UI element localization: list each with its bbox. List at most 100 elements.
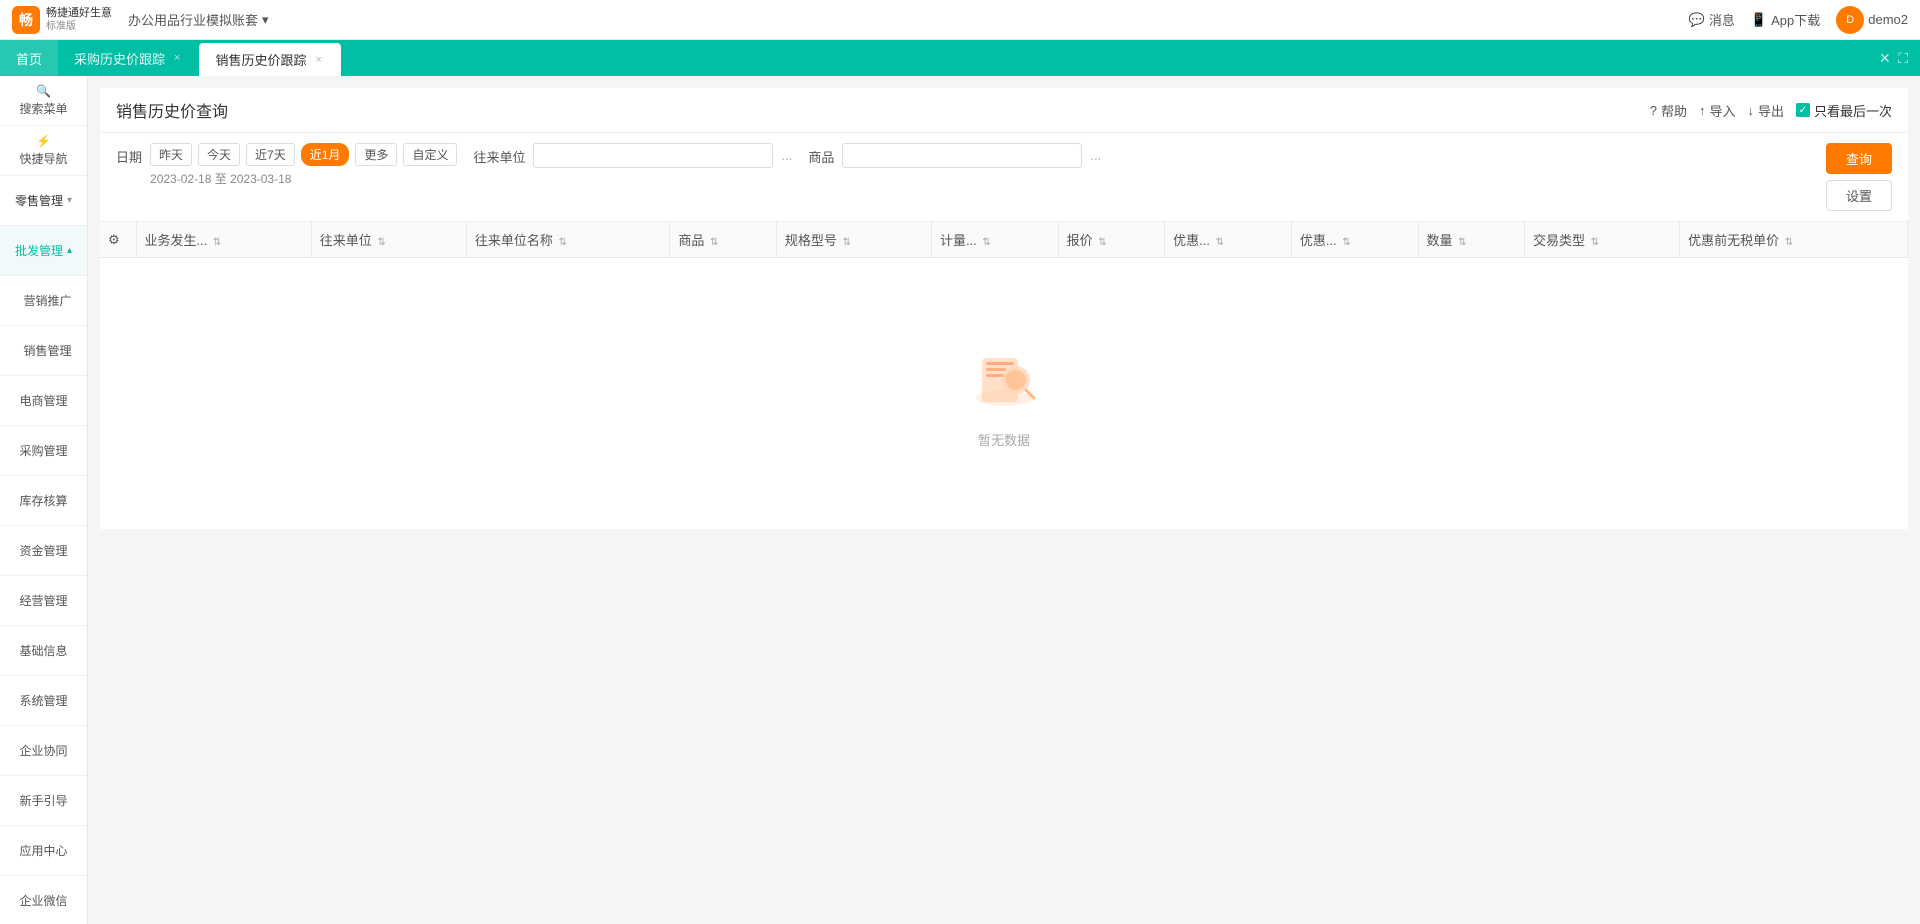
tab-fullscreen-button[interactable]: ⛶ bbox=[1898, 50, 1908, 67]
logo-area: 畅 畅捷通好生意 标准版 bbox=[12, 6, 112, 34]
date-btn-1month[interactable]: 近1月 bbox=[301, 143, 350, 166]
table-col-settings[interactable]: ⚙ bbox=[100, 222, 136, 258]
help-button[interactable]: ? 帮助 bbox=[1650, 101, 1687, 120]
export-button[interactable]: ↓ 导出 bbox=[1747, 101, 1784, 120]
content-area: 销售历史价查询 ? 帮助 ↑ 导入 ↓ 导出 ✓ 只看最后一次 bbox=[88, 76, 1920, 924]
sidebar-item-basic-info[interactable]: 基础信息 bbox=[0, 626, 87, 676]
page-header-actions: ? 帮助 ↑ 导入 ↓ 导出 ✓ 只看最后一次 bbox=[1650, 101, 1892, 120]
dropdown-arrow-icon: ▾ bbox=[262, 12, 269, 28]
date-range-display: 2023-02-18 至 2023-03-18 bbox=[150, 170, 457, 187]
top-bar: 畅 畅捷通好生意 标准版 办公用品行业模拟账套 ▾ 💬 消息 📱 App下载 D… bbox=[0, 0, 1920, 40]
table-col-trade-type[interactable]: 交易类型 ⇅ bbox=[1525, 222, 1680, 258]
empty-state: 暂无数据 bbox=[100, 258, 1908, 529]
wholesale-expand-icon: ▴ bbox=[67, 245, 72, 256]
date-filter-label: 日期 bbox=[116, 143, 142, 166]
tab-purchase-history[interactable]: 采购历史价跟踪 × bbox=[58, 40, 199, 76]
sidebar-item-inventory[interactable]: 库存核算 bbox=[0, 476, 87, 526]
date-filter-group: 日期 昨天 今天 近7天 近1月 更多 自定义 2023-02-18 至 202… bbox=[116, 143, 457, 187]
company-selector[interactable]: 办公用品行业模拟账套 ▾ bbox=[120, 6, 277, 33]
download-icon: 📱 bbox=[1751, 12, 1767, 28]
date-btn-yesterday[interactable]: 昨天 bbox=[150, 143, 192, 166]
date-btn-more[interactable]: 更多 bbox=[355, 143, 397, 166]
partner-filter-group: 往来单位 ... bbox=[473, 143, 792, 168]
table-col-partner-code[interactable]: 往来单位 ⇅ bbox=[311, 222, 466, 258]
partner-filter-label: 往来单位 bbox=[473, 143, 525, 166]
sidebar-item-sales-mgmt[interactable]: 销售管理 bbox=[0, 326, 87, 376]
sidebar-item-new-guide[interactable]: 新手引导 bbox=[0, 776, 87, 826]
table-col-discount2[interactable]: 优惠... ⇅ bbox=[1291, 222, 1418, 258]
sidebar-item-quick-nav[interactable]: ⚡ 快捷导航 bbox=[0, 126, 87, 176]
retail-expand-icon: ▾ bbox=[67, 195, 72, 206]
sidebar: 🔍 搜索菜单 ⚡ 快捷导航 零售管理 ▾ 批发管理 ▴ 营销推广 销售管理 电商… bbox=[0, 76, 88, 924]
table-col-biz-date[interactable]: 业务发生... ⇅ bbox=[136, 222, 311, 258]
query-button[interactable]: 查询 bbox=[1826, 143, 1892, 174]
partner-input[interactable] bbox=[533, 143, 773, 168]
sidebar-item-retail-mgmt[interactable]: 零售管理 ▾ bbox=[0, 176, 87, 226]
table-col-quantity[interactable]: 数量 ⇅ bbox=[1418, 222, 1524, 258]
user-profile[interactable]: D demo2 bbox=[1836, 6, 1908, 34]
quick-nav-icon: ⚡ bbox=[36, 134, 51, 148]
sidebar-item-wholesale-mgmt[interactable]: 批发管理 ▴ bbox=[0, 226, 87, 276]
table-container: ⚙ 业务发生... ⇅ 往来单位 ⇅ 往来单位名称 ⇅ 商品 ⇅ bbox=[100, 222, 1908, 529]
sidebar-item-search-menu[interactable]: 🔍 搜索菜单 bbox=[0, 76, 87, 126]
import-button[interactable]: ↑ 导入 bbox=[1699, 101, 1736, 120]
table-col-goods[interactable]: 商品 ⇅ bbox=[670, 222, 776, 258]
empty-illustration bbox=[964, 338, 1044, 418]
data-table: ⚙ 业务发生... ⇅ 往来单位 ⇅ 往来单位名称 ⇅ 商品 ⇅ bbox=[100, 222, 1908, 258]
table-header-row: ⚙ 业务发生... ⇅ 往来单位 ⇅ 往来单位名称 ⇅ 商品 ⇅ bbox=[100, 222, 1908, 258]
table-col-spec[interactable]: 规格型号 ⇅ bbox=[776, 222, 931, 258]
date-btn-custom[interactable]: 自定义 bbox=[403, 143, 457, 166]
sidebar-item-enterprise-collab[interactable]: 企业协同 bbox=[0, 726, 87, 776]
import-icon: ↑ bbox=[1699, 103, 1706, 118]
sidebar-item-purchase-mgmt[interactable]: 采购管理 bbox=[0, 426, 87, 476]
only-last-checkbox-area[interactable]: ✓ 只看最后一次 bbox=[1796, 101, 1892, 120]
sidebar-item-system-mgmt[interactable]: 系统管理 bbox=[0, 676, 87, 726]
sidebar-item-ecommerce[interactable]: 电商管理 bbox=[0, 376, 87, 426]
only-last-checkbox[interactable]: ✓ bbox=[1796, 103, 1810, 117]
goods-dots-button[interactable]: ... bbox=[1090, 148, 1101, 163]
partner-input-group: ... bbox=[533, 143, 792, 168]
goods-filter-group: 商品 ... bbox=[808, 143, 1101, 168]
tab-sales-history[interactable]: 销售历史价跟踪 × bbox=[199, 43, 340, 76]
table-col-quote[interactable]: 报价 ⇅ bbox=[1058, 222, 1164, 258]
table-col-discount1[interactable]: 优惠... ⇅ bbox=[1165, 222, 1292, 258]
export-icon: ↓ bbox=[1747, 103, 1754, 118]
message-icon: 💬 bbox=[1689, 12, 1705, 28]
goods-filter-label: 商品 bbox=[808, 143, 834, 166]
app-download-button[interactable]: 📱 App下载 bbox=[1751, 10, 1820, 29]
page-header: 销售历史价查询 ? 帮助 ↑ 导入 ↓ 导出 ✓ 只看最后一次 bbox=[100, 88, 1908, 133]
empty-text: 暂无数据 bbox=[978, 430, 1030, 449]
partner-dots-button[interactable]: ... bbox=[781, 148, 792, 163]
message-button[interactable]: 💬 消息 bbox=[1689, 10, 1735, 29]
table-col-partner-name[interactable]: 往来单位名称 ⇅ bbox=[466, 222, 670, 258]
top-bar-left: 畅 畅捷通好生意 标准版 办公用品行业模拟账套 ▾ bbox=[12, 6, 277, 34]
logo-text: 畅捷通好生意 标准版 bbox=[46, 6, 112, 33]
app-logo-icon: 畅 bbox=[12, 6, 40, 34]
tab-sales-history-close[interactable]: × bbox=[312, 53, 324, 67]
tab-home[interactable]: 首页 bbox=[0, 40, 58, 76]
date-filter-options: 昨天 今天 近7天 近1月 更多 自定义 2023-02-18 至 2023-0… bbox=[150, 143, 457, 187]
date-options-row: 昨天 今天 近7天 近1月 更多 自定义 bbox=[150, 143, 457, 166]
table-col-unit[interactable]: 计量... ⇅ bbox=[931, 222, 1058, 258]
goods-input[interactable] bbox=[842, 143, 1082, 168]
date-btn-7days[interactable]: 近7天 bbox=[246, 143, 295, 166]
page-title: 销售历史价查询 bbox=[116, 98, 228, 122]
goods-input-group: ... bbox=[842, 143, 1101, 168]
home-tab-label: 首页 bbox=[16, 49, 42, 68]
sidebar-item-operations-mgmt[interactable]: 经营管理 bbox=[0, 576, 87, 626]
sidebar-item-enterprise-wechat[interactable]: 企业微信 bbox=[0, 876, 87, 924]
date-btn-today[interactable]: 今天 bbox=[198, 143, 240, 166]
main-layout: 🔍 搜索菜单 ⚡ 快捷导航 零售管理 ▾ 批发管理 ▴ 营销推广 销售管理 电商… bbox=[0, 76, 1920, 924]
sidebar-item-app-center[interactable]: 应用中心 bbox=[0, 826, 87, 876]
top-bar-right: 💬 消息 📱 App下载 D demo2 bbox=[1689, 6, 1908, 34]
table-col-pretax-price[interactable]: 优惠前无税单价 ⇅ bbox=[1680, 222, 1908, 258]
help-icon: ? bbox=[1650, 103, 1657, 118]
sidebar-item-marketing[interactable]: 营销推广 bbox=[0, 276, 87, 326]
tab-close-all-button[interactable]: × bbox=[1880, 48, 1891, 69]
tab-purchase-history-close[interactable]: × bbox=[171, 51, 183, 65]
sidebar-item-finance-mgmt[interactable]: 资金管理 bbox=[0, 526, 87, 576]
table-settings-icon[interactable]: ⚙ bbox=[108, 232, 120, 247]
search-icon: 🔍 bbox=[36, 84, 51, 98]
tab-bar: 首页 采购历史价跟踪 × 销售历史价跟踪 × × ⛶ bbox=[0, 40, 1920, 76]
filter-settings-button[interactable]: 设置 bbox=[1826, 180, 1892, 211]
